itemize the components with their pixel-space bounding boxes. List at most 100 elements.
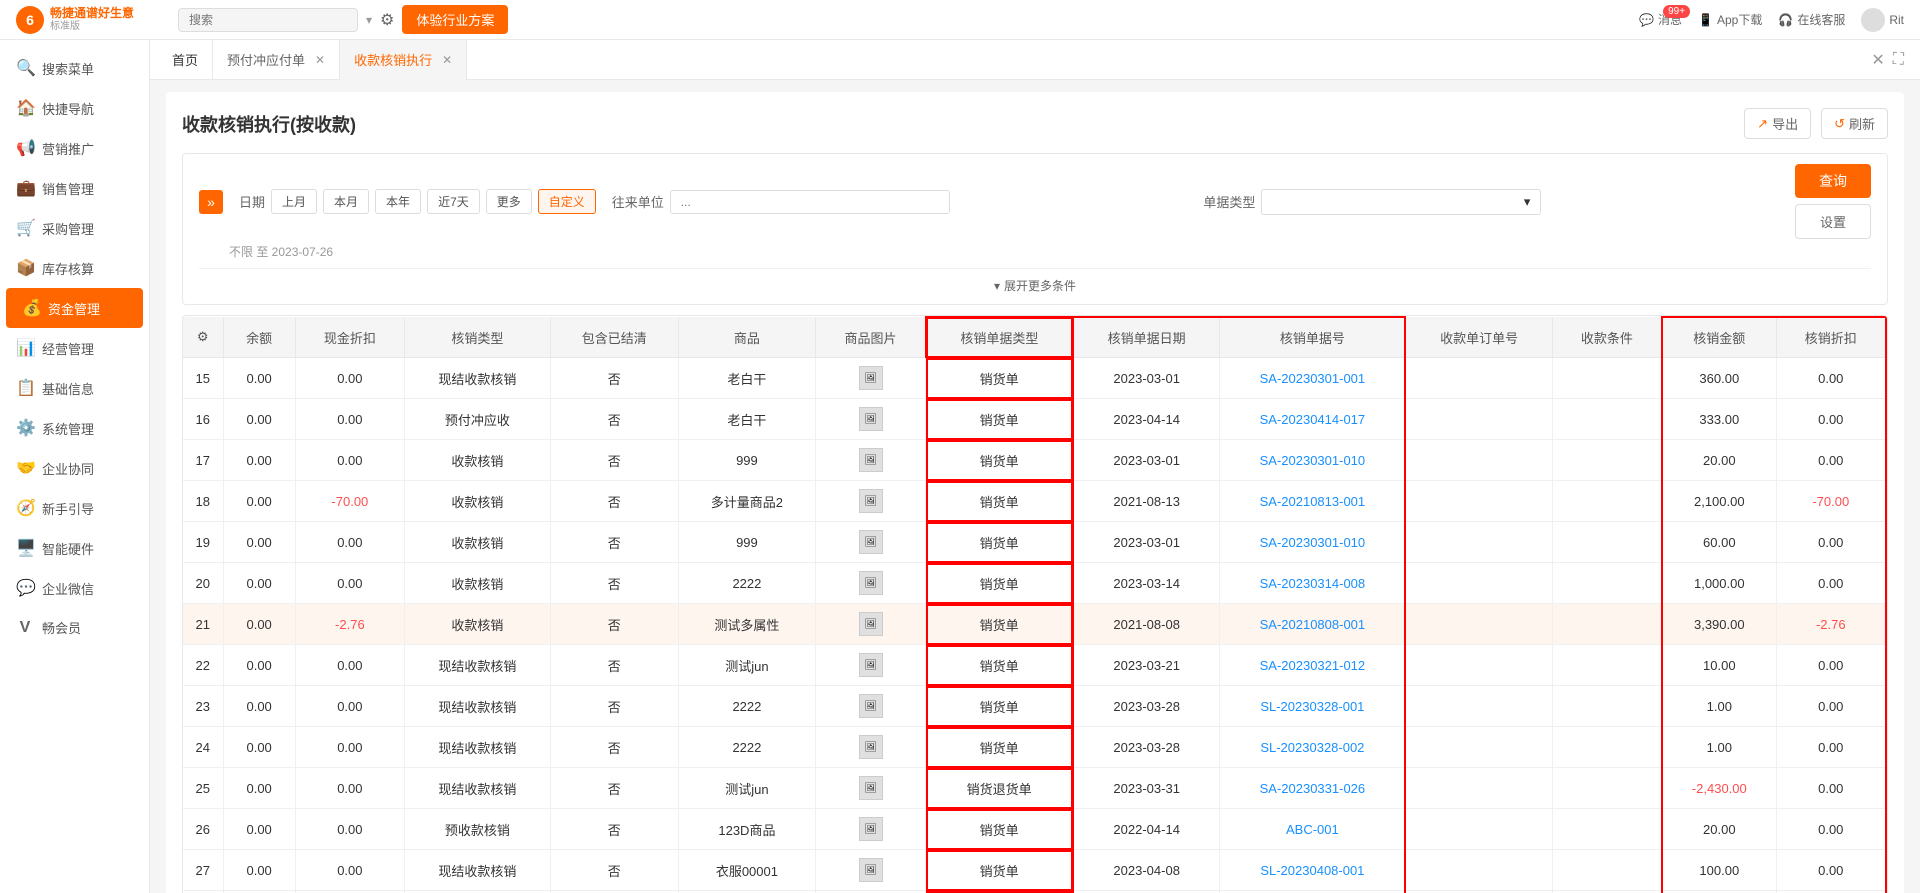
td-receipt-order-no	[1405, 481, 1552, 522]
more-date-btn[interactable]: 更多	[486, 189, 532, 214]
tab-prepay[interactable]: 预付冲应付单 ✕	[213, 40, 340, 80]
td-receipt-order-no	[1405, 358, 1552, 399]
sidebar-item-marketing[interactable]: 📢 营销推广	[0, 128, 149, 168]
sidebar-item-basic[interactable]: 📋 基础信息	[0, 368, 149, 408]
bill-no-link[interactable]: ABC-001	[1286, 822, 1339, 837]
query-btn[interactable]: 查询	[1795, 164, 1871, 198]
td-verify-type: 现结收款核销	[404, 727, 550, 768]
refresh-icon: ↺	[1834, 116, 1845, 132]
sidebar-item-finance[interactable]: 💰 资金管理	[6, 288, 143, 328]
td-cash-discount: 0.00	[295, 727, 404, 768]
unit-input[interactable]	[670, 190, 950, 214]
td-verify-discount: 0.00	[1776, 686, 1886, 727]
bill-no-link[interactable]: SA-20230301-010	[1260, 453, 1366, 468]
td-no: 21	[183, 604, 223, 645]
td-product: 999	[678, 440, 816, 481]
dropdown-arrow-icon[interactable]: ▾	[366, 13, 372, 27]
td-no: 15	[183, 358, 223, 399]
service-icon: 🎧	[1778, 13, 1793, 27]
wechat-icon: 💬	[16, 578, 34, 598]
sidebar-item-member[interactable]: V 畅会员	[0, 608, 149, 647]
tab-collection[interactable]: 收款核销执行 ✕	[340, 40, 467, 80]
bill-no-link[interactable]: SA-20230414-017	[1260, 412, 1366, 427]
message-badge: 99+	[1663, 5, 1690, 18]
td-verify-bill-no: SL-20230408-001	[1220, 850, 1406, 891]
bill-no-link[interactable]: SL-20230328-002	[1260, 740, 1364, 755]
export-btn[interactable]: ↗ 导出	[1744, 108, 1811, 139]
td-product-img: 🖼	[816, 604, 926, 645]
td-balance: 0.00	[223, 850, 295, 891]
date-range-display: 不限 至 2023-07-26	[229, 243, 1871, 260]
td-cash-discount: 0.00	[295, 645, 404, 686]
date-label: 日期	[239, 192, 265, 211]
this-month-btn[interactable]: 本月	[323, 189, 369, 214]
unit-label: 往来单位	[612, 192, 664, 211]
last-month-btn[interactable]: 上月	[271, 189, 317, 214]
td-product-img: 🖼	[816, 850, 926, 891]
content-area: 首页 预付冲应付单 ✕ 收款核销执行 ✕ ✕ ⛶ 收款核销执行(按收款)	[150, 40, 1920, 893]
bill-no-link[interactable]: SA-20210813-001	[1260, 494, 1366, 509]
td-balance: 0.00	[223, 809, 295, 850]
search-input[interactable]	[178, 8, 358, 32]
bill-no-link[interactable]: SA-20230314-008	[1260, 576, 1366, 591]
td-verify-discount: 0.00	[1776, 522, 1886, 563]
bill-no-link[interactable]: SA-20210808-001	[1260, 617, 1366, 632]
trial-btn[interactable]: 体验行业方案	[402, 5, 508, 34]
gear-icon[interactable]: ⚙	[380, 10, 394, 30]
sidebar-item-purchase[interactable]: 🛒 采购管理	[0, 208, 149, 248]
app-download-btn[interactable]: 📱 App下载	[1698, 11, 1762, 28]
expand-more-btn[interactable]: ▾ 展开更多条件	[994, 277, 1076, 294]
td-include-settled: 否	[550, 358, 678, 399]
bill-no-link[interactable]: SA-20230301-001	[1260, 371, 1366, 386]
bill-no-link[interactable]: SL-20230408-001	[1260, 863, 1364, 878]
sidebar-item-ops[interactable]: 📊 经营管理	[0, 328, 149, 368]
refresh-btn[interactable]: ↺ 刷新	[1821, 108, 1888, 139]
bill-type-filter-group: 单据类型 ▾	[1203, 189, 1779, 215]
custom-date-btn[interactable]: 自定义	[538, 189, 596, 214]
td-verify-bill-type: 销货单	[926, 604, 1073, 645]
avatar	[1861, 8, 1885, 32]
tab-home[interactable]: 首页	[158, 40, 213, 80]
online-service-btn[interactable]: 🎧 在线客服	[1778, 11, 1845, 28]
bill-no-link[interactable]: SA-20230301-010	[1260, 535, 1366, 550]
bill-no-link[interactable]: SL-20230328-001	[1260, 699, 1364, 714]
maximize-tab-icon[interactable]: ⛶	[1893, 51, 1904, 69]
close-tab-icon[interactable]: ✕	[1871, 50, 1884, 70]
sidebar-item-guide[interactable]: 🧭 新手引导	[0, 488, 149, 528]
last-7-days-btn[interactable]: 近7天	[427, 189, 480, 214]
filter-bar: » 日期 上月 本月 本年 近7天 更多 自定义	[182, 153, 1888, 305]
expand-arrow-btn[interactable]: »	[199, 190, 223, 214]
td-verify-amount: 1,000.00	[1662, 563, 1776, 604]
message-btn[interactable]: 💬 消息 99+	[1639, 11, 1682, 28]
td-receipt-condition	[1552, 440, 1662, 481]
td-product: 2222	[678, 686, 816, 727]
sidebar-item-sales[interactable]: 💼 销售管理	[0, 168, 149, 208]
sidebar-item-inventory[interactable]: 📦 库存核算	[0, 248, 149, 288]
brand-edition: 标准版	[50, 21, 134, 33]
tab-close-prepay[interactable]: ✕	[315, 53, 325, 67]
this-year-btn[interactable]: 本年	[375, 189, 421, 214]
td-balance: 0.00	[223, 399, 295, 440]
app-icon: 📱	[1698, 13, 1713, 27]
td-receipt-order-no	[1405, 727, 1552, 768]
td-verify-bill-type: 销货单	[926, 358, 1073, 399]
sidebar-item-search[interactable]: 🔍 搜索菜单	[0, 48, 149, 88]
sidebar-item-wechat[interactable]: 💬 企业微信	[0, 568, 149, 608]
td-receipt-order-no	[1405, 850, 1552, 891]
table-container: ⚙ 余额 现金折扣 核销类型 包含已结清 商品 商品图片 核销单据类型 核销单据…	[182, 315, 1888, 893]
settings-btn[interactable]: 设置	[1795, 204, 1871, 239]
td-product-img: 🖼	[816, 563, 926, 604]
sidebar-item-system[interactable]: ⚙️ 系统管理	[0, 408, 149, 448]
sidebar-item-hardware[interactable]: 🖥️ 智能硬件	[0, 528, 149, 568]
bill-no-link[interactable]: SA-20230321-012	[1260, 658, 1366, 673]
sidebar-item-enterprise[interactable]: 🤝 企业协同	[0, 448, 149, 488]
bill-type-select[interactable]: ▾	[1261, 189, 1541, 215]
member-icon: V	[16, 619, 34, 637]
sidebar-item-quick-nav[interactable]: 🏠 快捷导航	[0, 88, 149, 128]
bill-no-link[interactable]: SA-20230331-026	[1260, 781, 1366, 796]
td-no: 17	[183, 440, 223, 481]
tab-close-collection[interactable]: ✕	[442, 53, 452, 67]
user-profile[interactable]: Rit	[1861, 8, 1904, 32]
th-gear[interactable]: ⚙	[183, 317, 223, 358]
th-product-img: 商品图片	[816, 317, 926, 358]
